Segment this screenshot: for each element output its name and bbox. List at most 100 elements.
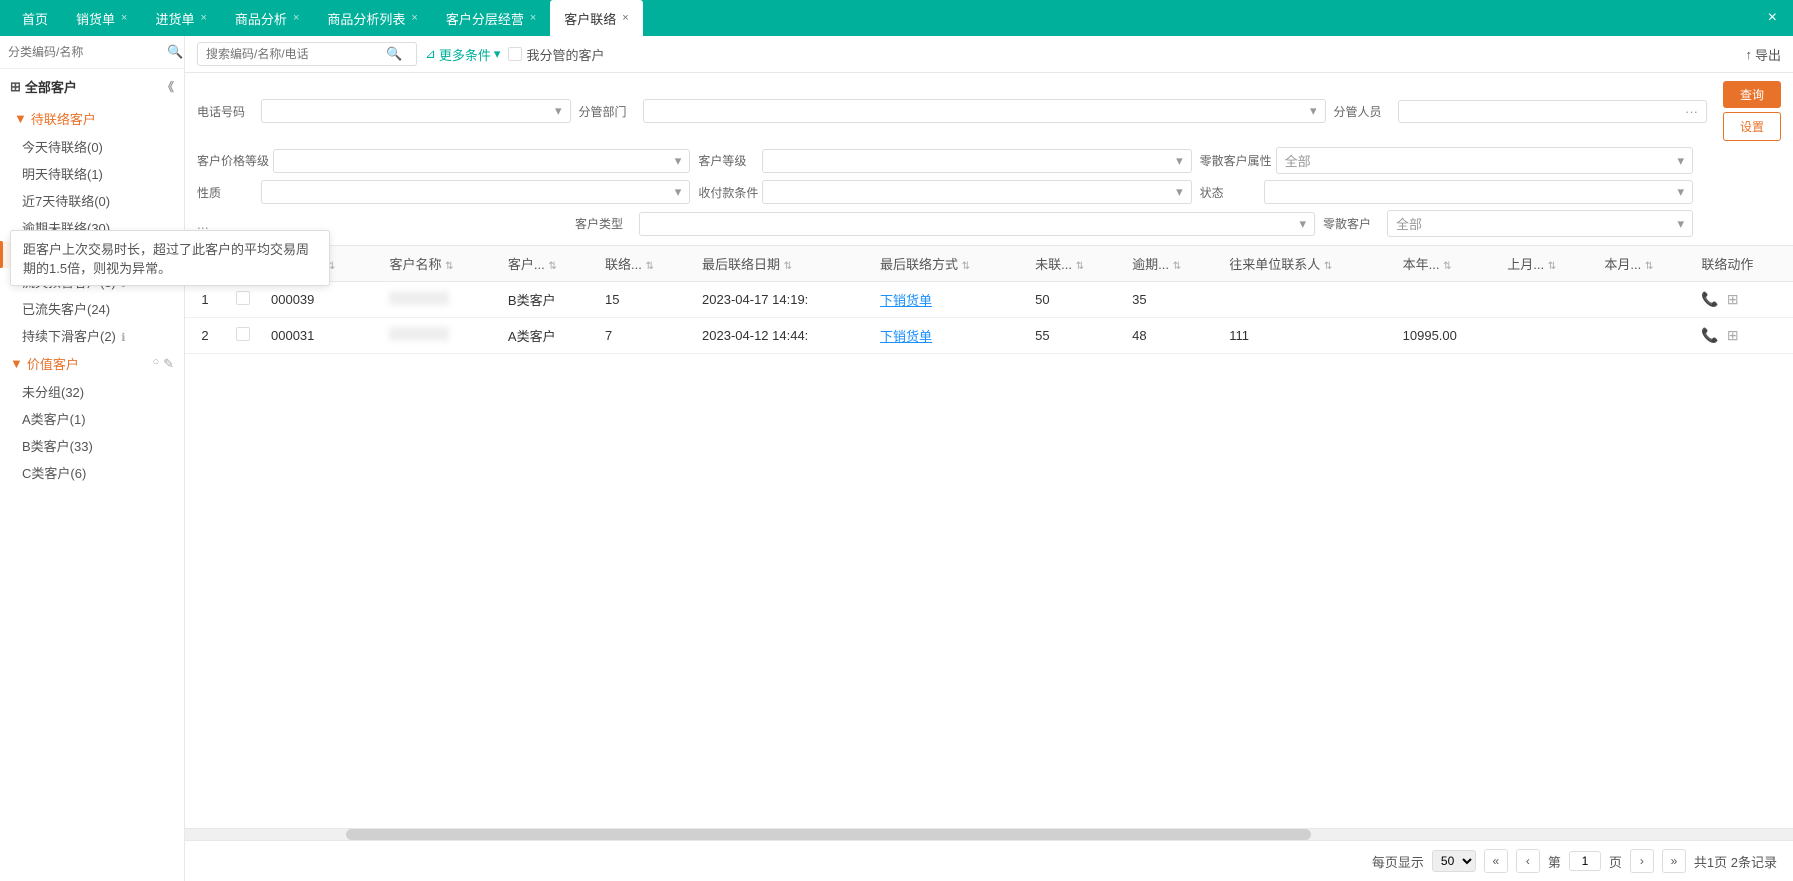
sidebar-item-class-a[interactable]: A类客户(1) [0, 405, 184, 432]
phone-select[interactable]: ▾ [261, 99, 571, 123]
query-button[interactable]: 查询 [1723, 81, 1781, 108]
row-last-month [1497, 318, 1594, 354]
sidebar-item-lost-confirmed[interactable]: 已流失客户(24) [0, 295, 184, 322]
retail-attr-select[interactable]: 全部 ▾ [1276, 147, 1693, 174]
row-contact: 7 [595, 318, 692, 354]
sort-icon-unit-contact[interactable]: ⇅ [1324, 261, 1332, 272]
nav-item-sales[interactable]: 销货单 × [62, 0, 141, 36]
row-unread: 50 [1025, 282, 1122, 318]
nav-item-product-analysis[interactable]: 商品分析 × [221, 0, 313, 36]
nav-close-product-analysis[interactable]: × [293, 12, 299, 24]
row-this-month [1594, 282, 1691, 318]
my-customer-checkbox[interactable]: 我分管的客户 [508, 45, 604, 64]
filter-retail-cust: 零散客户 全部 ▾ [1323, 210, 1693, 237]
sort-icon-last-way[interactable]: ⇅ [962, 261, 970, 272]
more-filter-button[interactable]: ⊿ 更多条件 ▾ [425, 45, 500, 64]
sidebar-collapse-button[interactable]: 《 [162, 78, 174, 95]
nav-close-customer-contact[interactable]: × [622, 12, 628, 24]
chevron-down-icon: ▾ [555, 103, 562, 119]
row-check [225, 282, 261, 318]
action-grid-icon[interactable]: ⊞ [1727, 327, 1739, 344]
filter-dept: 分管部门 ▾ [579, 99, 1326, 123]
cust-type-select[interactable]: ▾ [639, 212, 1315, 236]
col-header-overdue: 逾期... ⇅ [1122, 246, 1219, 282]
sidebar-item-7days[interactable]: 近7天待联络(0) [0, 187, 184, 214]
chevron-down-icon: ▾ [1299, 216, 1306, 232]
prev-page-button[interactable]: ‹ [1516, 849, 1540, 873]
gender-select[interactable]: ▾ [261, 180, 690, 204]
filter-row-2: 客户价格等级 ▾ 客户等级 ▾ 零散客户属性 [197, 147, 1781, 174]
my-customer-check[interactable] [508, 47, 522, 61]
sidebar-search-input[interactable] [8, 45, 163, 59]
nav-item-customer-tier[interactable]: 客户分层经营 × [432, 0, 550, 36]
col-header-unit-contact: 往来单位联系人 ⇅ [1219, 246, 1392, 282]
sidebar-item-tomorrow[interactable]: 明天待联络(1) [0, 160, 184, 187]
col-header-this-year: 本年... ⇅ [1393, 246, 1498, 282]
last-way-link-2[interactable]: 下销货单 [880, 329, 932, 344]
status-select[interactable]: ▾ [1264, 180, 1693, 204]
action-phone-icon[interactable]: 📞 [1701, 327, 1718, 344]
pay-term-select[interactable]: ▾ [762, 180, 1191, 204]
sort-icon-contact[interactable]: ⇅ [645, 261, 653, 272]
sidebar-item-unclassified[interactable]: 未分组(32) [0, 378, 184, 405]
next-page-button[interactable]: › [1630, 849, 1654, 873]
table-area: ⚙ 客户编码 ⇅ 客户名称 [185, 246, 1793, 840]
chevron-down-icon: ▾ [675, 184, 682, 200]
row-name [379, 318, 497, 354]
top-navigation: 首页 销货单 × 进货单 × 商品分析 × 商品分析列表 × 客户分层经营 × … [0, 0, 1793, 36]
sidebar-search-icon[interactable]: 🔍 [167, 44, 183, 60]
nav-close-sales[interactable]: × [121, 12, 127, 24]
page-input[interactable] [1569, 851, 1601, 871]
sort-icon-overdue[interactable]: ⇅ [1173, 261, 1181, 272]
search-icon[interactable]: 🔍 [386, 46, 402, 62]
sidebar-item-class-c[interactable]: C类客户(6) [0, 459, 184, 486]
action-grid-icon[interactable]: ⊞ [1727, 291, 1739, 308]
sidebar-item-continuous-down[interactable]: 持续下滑客户(2) ℹ [0, 322, 184, 349]
sort-icon-name[interactable]: ⇅ [445, 261, 453, 272]
search-input[interactable] [206, 47, 386, 61]
row-last-way: 下销货单 [870, 318, 1025, 354]
nav-close-customer-tier[interactable]: × [530, 12, 536, 24]
last-way-link-1[interactable]: 下销货单 [880, 293, 932, 308]
sort-icon-this-month[interactable]: ⇅ [1645, 261, 1653, 272]
price-level-select[interactable]: ▾ [273, 149, 690, 173]
dept-select[interactable]: ▾ [643, 99, 1326, 123]
first-page-button[interactable]: « [1484, 849, 1508, 873]
person-select[interactable]: ··· [1398, 100, 1708, 123]
nav-item-home[interactable]: 首页 [8, 0, 62, 36]
sidebar-item-class-b[interactable]: B类客户(33) [0, 432, 184, 459]
row-unit-contact: 111 [1219, 318, 1392, 354]
sort-icon-level[interactable]: ⇅ [548, 261, 556, 272]
row-num: 1 [185, 282, 225, 318]
row-last-date: 2023-04-17 14:19: [692, 282, 870, 318]
nav-item-purchase[interactable]: 进货单 × [141, 0, 220, 36]
edit-icon[interactable]: ✎ [163, 356, 174, 372]
last-page-button[interactable]: » [1662, 849, 1686, 873]
row-checkbox-1[interactable] [236, 291, 250, 305]
nav-item-customer-contact[interactable]: 客户联络 × [550, 0, 642, 36]
sidebar-all-customers[interactable]: ⊞ 全部客户 《 [0, 69, 184, 104]
sidebar-group-value-customers[interactable]: ▼ 价值客户 ○ ✎ [0, 349, 184, 378]
set-button[interactable]: 设置 [1723, 112, 1781, 141]
row-checkbox-2[interactable] [236, 327, 250, 341]
sidebar-group-waiting[interactable]: ▼ 待联络客户 [0, 104, 184, 133]
row-code: 000031 [261, 318, 379, 354]
nav-item-product-list[interactable]: 商品分析列表 × [313, 0, 431, 36]
filter-icon: ⊿ [425, 46, 436, 62]
circular-icon[interactable]: ○ [152, 356, 159, 372]
retail-cust-select[interactable]: 全部 ▾ [1387, 210, 1693, 237]
sort-icon-this-year[interactable]: ⇅ [1443, 261, 1451, 272]
nav-close-purchase[interactable]: × [200, 12, 206, 24]
window-close-button[interactable]: × [1760, 9, 1785, 27]
sidebar-item-today[interactable]: 今天待联络(0) [0, 133, 184, 160]
cust-level-select[interactable]: ▾ [762, 149, 1191, 173]
nav-close-product-list[interactable]: × [411, 12, 417, 24]
row-code: 000039 [261, 282, 379, 318]
export-button[interactable]: ↑ 导出 [1745, 45, 1781, 64]
action-phone-icon[interactable]: 📞 [1701, 291, 1718, 308]
per-page-select[interactable]: 50 [1432, 850, 1476, 872]
sort-icon-last-month[interactable]: ⇅ [1548, 261, 1556, 272]
sort-icon-last-date[interactable]: ⇅ [784, 261, 792, 272]
sort-icon-unread[interactable]: ⇅ [1076, 261, 1084, 272]
horizontal-scrollbar[interactable] [185, 828, 1793, 840]
